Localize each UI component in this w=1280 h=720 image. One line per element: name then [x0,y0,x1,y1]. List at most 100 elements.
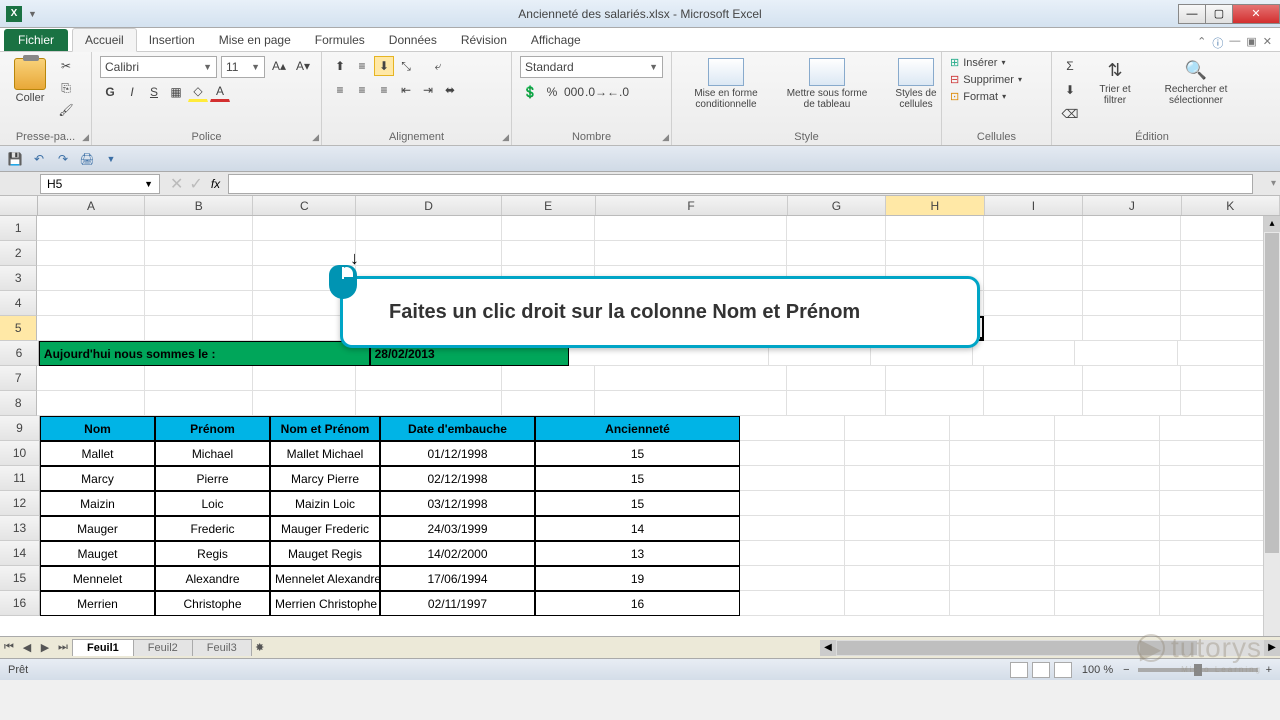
delete-cells-button[interactable]: ⊟Supprimer▾ [950,73,1022,86]
cell-G13[interactable] [740,516,845,541]
cell-A2[interactable] [37,241,145,266]
cell-J8[interactable] [1083,391,1182,416]
cell-B3[interactable] [145,266,253,291]
column-header-D[interactable]: D [356,196,501,215]
autosum-button[interactable]: Σ [1060,56,1080,76]
table-cell[interactable]: 02/12/1998 [380,466,535,491]
row-header-14[interactable]: 14 [0,541,40,566]
table-cell[interactable]: Mallet Michael [270,441,380,466]
table-cell[interactable]: Mauget [40,541,155,566]
paste-button[interactable]: Coller [8,56,52,106]
cell-I16[interactable] [950,591,1055,616]
table-cell[interactable]: Maizin Loic [270,491,380,516]
expand-formula-icon[interactable]: ▾ [1271,178,1276,189]
hscroll-thumb[interactable] [837,641,1197,655]
file-tab[interactable]: Fichier [4,29,68,51]
sheet-tab-3[interactable]: Feuil3 [192,639,252,656]
header-anciennete[interactable]: Ancienneté [535,416,740,441]
alignment-dialog-icon[interactable]: ◢ [502,132,509,143]
table-cell[interactable]: Merrien [40,591,155,616]
help-icon[interactable]: ⓘ [1212,35,1223,51]
cell-K14[interactable] [1160,541,1265,566]
cell-J9[interactable] [1055,416,1160,441]
cell-I14[interactable] [950,541,1055,566]
cell-B2[interactable] [145,241,253,266]
cell-J16[interactable] [1055,591,1160,616]
cell-G14[interactable] [740,541,845,566]
table-cell[interactable]: Christophe [155,591,270,616]
cell-J15[interactable] [1055,566,1160,591]
undo-button[interactable]: ↶ [30,150,48,168]
zoom-in-button[interactable]: + [1266,664,1272,676]
row-header-1[interactable]: 1 [0,216,37,241]
cell-G2[interactable] [787,241,886,266]
cell-B1[interactable] [145,216,253,241]
merge-button[interactable]: ⬌ [440,80,460,100]
cell-F1[interactable] [595,216,787,241]
copy-button[interactable]: ⎘ [56,78,76,98]
format-cells-button[interactable]: ⊡Format▾ [950,90,1022,103]
column-header-A[interactable]: A [38,196,146,215]
cell-E8[interactable] [502,391,596,416]
cell-I5[interactable] [984,316,1083,341]
cell-styles-button[interactable]: Styles de cellules [882,56,950,112]
cell-F7[interactable] [595,366,787,391]
thousands-button[interactable]: 000 [564,82,584,102]
table-cell[interactable]: 16 [535,591,740,616]
cell-B5[interactable] [145,316,253,341]
table-cell[interactable]: 13 [535,541,740,566]
increase-decimal-button[interactable]: .0→ [586,82,606,102]
cell-H15[interactable] [845,566,950,591]
cell-J2[interactable] [1083,241,1182,266]
font-size-combo[interactable]: 11▼ [221,56,265,78]
minimize-ribbon-icon[interactable]: ⌃ [1197,35,1206,51]
cell-C1[interactable] [253,216,356,241]
cell-I13[interactable] [950,516,1055,541]
cell-H9[interactable] [845,416,950,441]
cell-C2[interactable] [253,241,356,266]
doc-restore-icon[interactable]: ▣ [1246,35,1256,51]
fill-button[interactable]: ⬇ [1060,80,1080,100]
scroll-left-icon[interactable]: ◀ [820,640,836,656]
align-right-button[interactable]: ≡ [374,80,394,100]
table-cell[interactable]: Pierre [155,466,270,491]
cell-A7[interactable] [37,366,145,391]
tab-donnees[interactable]: Données [377,29,449,51]
cell-D2[interactable] [356,241,501,266]
cell-E2[interactable] [502,241,596,266]
cell-G1[interactable] [787,216,886,241]
cell-E1[interactable] [502,216,596,241]
cell-I2[interactable] [984,241,1083,266]
column-header-J[interactable]: J [1083,196,1181,215]
cell-H2[interactable] [886,241,985,266]
cell-G15[interactable] [740,566,845,591]
dropdown-icon[interactable]: ▼ [28,9,37,19]
redo-button[interactable]: ↷ [54,150,72,168]
table-cell[interactable]: 19 [535,566,740,591]
row-header-9[interactable]: 9 [0,416,40,441]
decrease-decimal-button[interactable]: ←.0 [608,82,628,102]
format-painter-button[interactable]: 🖌 [56,100,76,120]
cell-G7[interactable] [787,366,886,391]
cell-H1[interactable] [886,216,985,241]
cell-J6[interactable] [1075,341,1177,366]
underline-button[interactable]: S [144,82,164,102]
zoom-slider[interactable] [1138,668,1258,672]
cell-J4[interactable] [1083,291,1182,316]
cell-J3[interactable] [1083,266,1182,291]
maximize-button[interactable]: ▢ [1205,4,1233,24]
header-0[interactable]: Nom [40,416,155,441]
clear-button[interactable]: ⌫ [1060,104,1080,124]
close-button[interactable]: ✕ [1232,4,1280,24]
sheet-tab-1[interactable]: Feuil1 [72,639,134,656]
vertical-scrollbar[interactable]: ▴ [1263,216,1280,636]
row-header-12[interactable]: 12 [0,491,40,516]
new-sheet-button[interactable]: ✸ [251,641,269,654]
column-header-C[interactable]: C [253,196,356,215]
cell-J11[interactable] [1055,466,1160,491]
doc-min-icon[interactable]: — [1229,35,1240,51]
cell-I8[interactable] [984,391,1083,416]
table-cell[interactable]: Maizin [40,491,155,516]
cell-I3[interactable] [984,266,1083,291]
cell-I1[interactable] [984,216,1083,241]
